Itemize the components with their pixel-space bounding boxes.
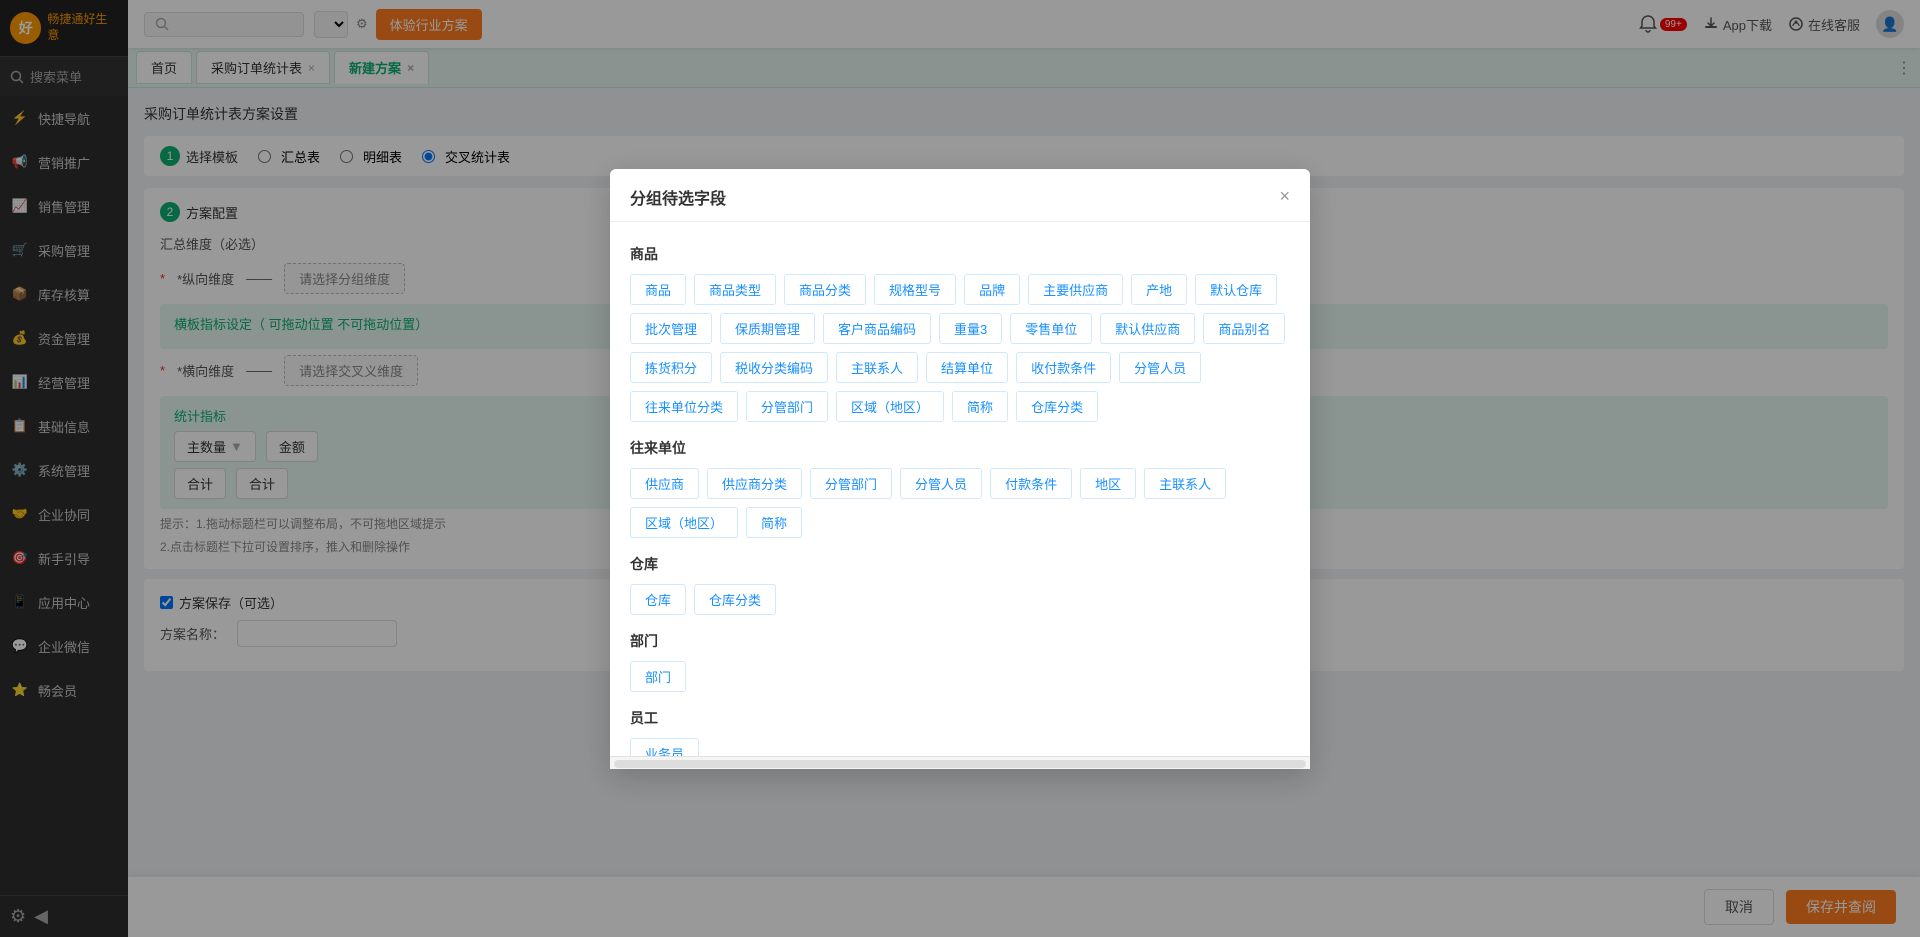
field-chip------[interactable]: 收付款条件 (1016, 352, 1111, 383)
field-chip---3[interactable]: 重量3 (939, 313, 1002, 344)
field-chip-----[interactable]: 规格型号 (874, 274, 956, 305)
field-grid-warehouse: 仓库仓库分类 (630, 584, 1290, 615)
modal-title: 分组待选字段 (630, 185, 726, 209)
field-chip-----[interactable]: 商品分类 (784, 274, 866, 305)
field-chip-----[interactable]: 付款条件 (990, 468, 1072, 499)
field-chip-----[interactable]: 默认仓库 (1195, 274, 1277, 305)
field-grid-employee: 业务员 (630, 738, 1290, 757)
field-grid-goods: 商品商品类型商品分类规格型号品牌主要供应商产地默认仓库批次管理保质期管理客户商品… (630, 274, 1290, 422)
section-title-warehouse: 仓库 (630, 554, 1290, 574)
field-chip-----[interactable]: 零售单位 (1010, 313, 1092, 344)
modal-close-button[interactable]: × (1279, 186, 1290, 207)
field-chip-----[interactable]: 主联系人 (1144, 468, 1226, 499)
field-chip---[interactable]: 简称 (952, 391, 1008, 422)
section-title-department: 部门 (630, 631, 1290, 651)
field-chip------[interactable]: 保质期管理 (720, 313, 815, 344)
field-chip-----[interactable]: 拣货积分 (630, 352, 712, 383)
field-chip-----[interactable]: 仓库分类 (1016, 391, 1098, 422)
field-chip----[interactable]: 供应商 (630, 468, 699, 499)
field-chip-----[interactable]: 仓库分类 (694, 584, 776, 615)
field-chip-------[interactable]: 区域（地区） (630, 507, 738, 538)
field-select-modal: 分组待选字段 × 商品 商品商品类型商品分类规格型号品牌主要供应商产地默认仓库批… (610, 169, 1310, 769)
field-chip------[interactable]: 供应商分类 (707, 468, 802, 499)
field-chip-----[interactable]: 商品别名 (1203, 313, 1285, 344)
field-chip---[interactable]: 仓库 (630, 584, 686, 615)
section-title-partner: 往来单位 (630, 438, 1290, 458)
field-chip---[interactable]: 简称 (746, 507, 802, 538)
modal-header: 分组待选字段 × (610, 169, 1310, 222)
field-chip-------[interactable]: 客户商品编码 (823, 313, 931, 344)
section-title-goods: 商品 (630, 244, 1290, 264)
field-grid-partner: 供应商供应商分类分管部门分管人员付款条件地区主联系人区域（地区） 简称 (630, 468, 1290, 538)
field-chip-----[interactable]: 主联系人 (836, 352, 918, 383)
field-chip-------[interactable]: 区域（地区） (836, 391, 944, 422)
field-chip---[interactable]: 地区 (1080, 468, 1136, 499)
field-chip-------[interactable]: 往来单位分类 (630, 391, 738, 422)
field-chip-----[interactable]: 商品类型 (694, 274, 776, 305)
field-chip---[interactable]: 部门 (630, 661, 686, 692)
field-chip-----[interactable]: 分管人员 (1119, 352, 1201, 383)
field-chip------[interactable]: 主要供应商 (1028, 274, 1123, 305)
section-title-employee: 员工 (630, 708, 1290, 728)
field-chip-----[interactable]: 分管人员 (900, 468, 982, 499)
field-chip---[interactable]: 品牌 (964, 274, 1020, 305)
field-chip---[interactable]: 产地 (1131, 274, 1187, 305)
field-chip----[interactable]: 业务员 (630, 738, 699, 757)
scrollbar-thumb-h (614, 760, 1306, 768)
field-chip-----[interactable]: 结算单位 (926, 352, 1008, 383)
field-chip-----[interactable]: 分管部门 (746, 391, 828, 422)
modal-body: 商品 商品商品类型商品分类规格型号品牌主要供应商产地默认仓库批次管理保质期管理客… (610, 222, 1310, 757)
modal-scrollbar-h[interactable] (610, 756, 1310, 768)
field-chip------[interactable]: 默认供应商 (1100, 313, 1195, 344)
field-chip---[interactable]: 商品 (630, 274, 686, 305)
field-chip-------[interactable]: 税收分类编码 (720, 352, 828, 383)
field-grid-department: 部门 (630, 661, 1290, 692)
field-chip-----[interactable]: 分管部门 (810, 468, 892, 499)
field-chip-----[interactable]: 批次管理 (630, 313, 712, 344)
